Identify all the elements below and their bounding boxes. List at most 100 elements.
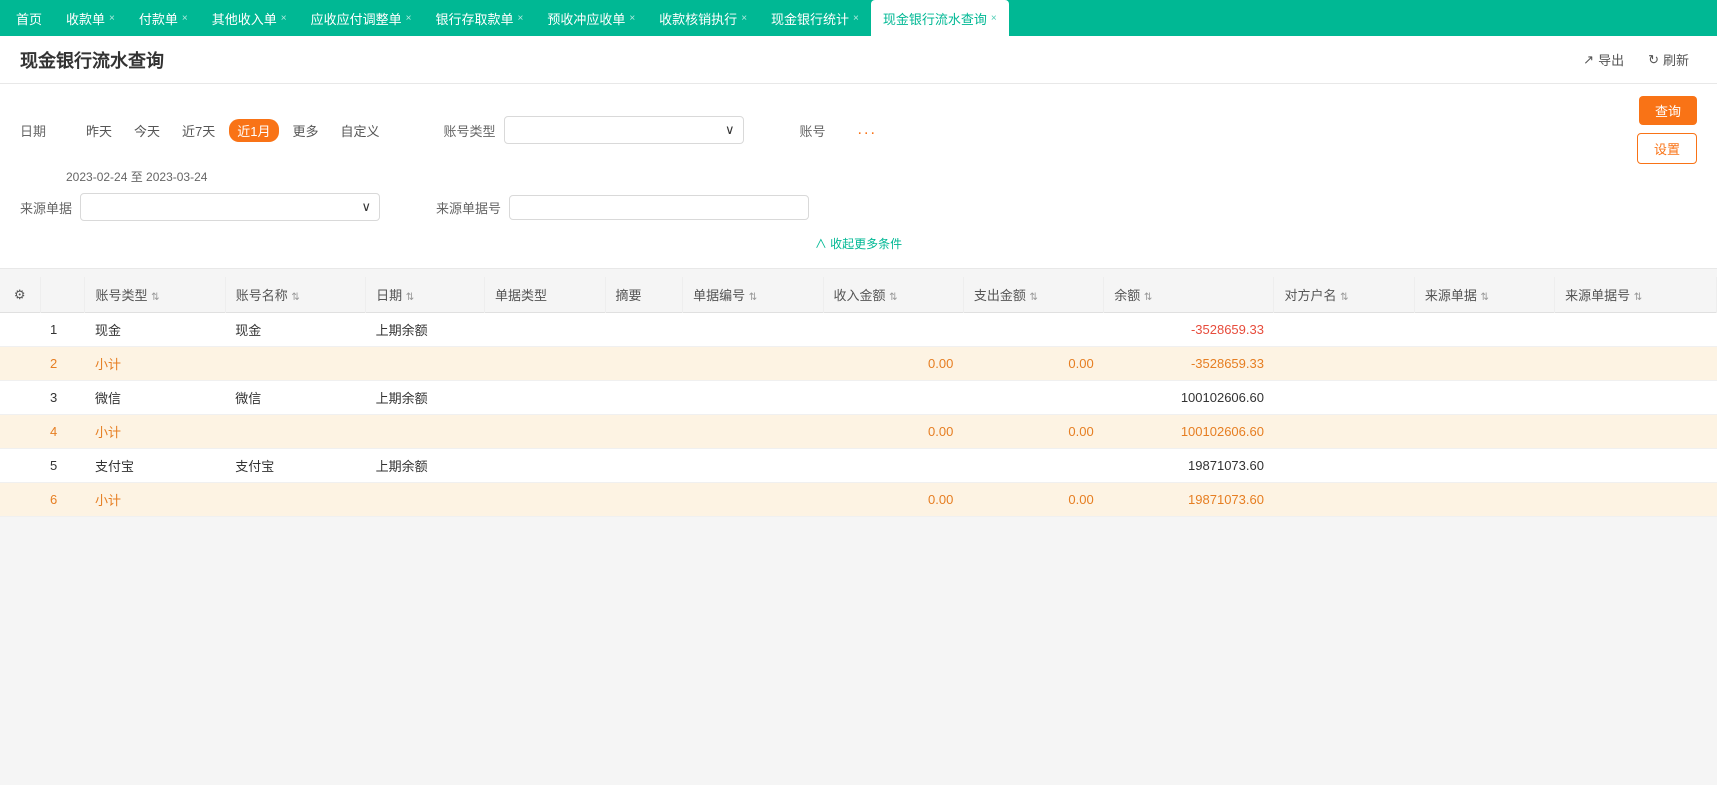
cell-doc_no (683, 449, 823, 483)
cell-index: 2 (40, 347, 85, 381)
header-actions: ↗ 导出 ↻ 刷新 (1575, 46, 1697, 73)
filter-row-2: 来源单据 ∨ 来源单据号 (20, 193, 1697, 221)
column-doc-no[interactable]: 单据编号 ⇅ (683, 277, 823, 313)
column-account-name[interactable]: 账号名称 ⇅ (225, 277, 365, 313)
cell-source_doc_no (1555, 313, 1717, 347)
filter-row-1: 日期 昨天 今天 近7天 近1月 更多 自定义 账号类型 ∨ 账号 ... (20, 96, 1697, 164)
query-button[interactable]: 查询 (1639, 96, 1697, 125)
date-options: 昨天 今天 近7天 近1月 更多 自定义 (78, 119, 388, 142)
nav-receipt-exec-close[interactable]: × (741, 13, 747, 24)
cell-counter_name (1274, 381, 1414, 415)
export-button[interactable]: ↗ 导出 (1575, 46, 1632, 73)
nav-home[interactable]: 首页 (4, 0, 54, 36)
account-type-select[interactable]: ∨ (504, 116, 744, 144)
cell-date: 上期余额 (366, 313, 485, 347)
source-doc-select[interactable]: ∨ (80, 193, 380, 221)
nav-ar-ap-adjust-close[interactable]: × (406, 13, 412, 24)
nav-cash-bank-stats[interactable]: 现金银行统计 × (759, 0, 871, 36)
table-header-row: ⚙ 账号类型 ⇅ 账号名称 ⇅ 日期 ⇅ 单据类型 摘要 单据编号 ⇅ 收入金额… (0, 277, 1717, 313)
date-yesterday[interactable]: 昨天 (78, 119, 120, 142)
nav-bank-deposit-close[interactable]: × (517, 13, 523, 24)
cell-account_name: 微信 (225, 381, 365, 415)
cell-gear (0, 347, 40, 381)
cell-index: 3 (40, 381, 85, 415)
nav-prepay-offset-close[interactable]: × (629, 13, 635, 24)
refresh-button[interactable]: ↻ 刷新 (1640, 46, 1697, 73)
nav-other-income-close[interactable]: × (281, 13, 287, 24)
column-date[interactable]: 日期 ⇅ (366, 277, 485, 313)
column-balance[interactable]: 余额 ⇅ (1104, 277, 1274, 313)
nav-receipt-close[interactable]: × (109, 13, 115, 24)
column-income[interactable]: 收入金额 ⇅ (823, 277, 963, 313)
source-doc-no-filter-group: 来源单据号 (436, 195, 809, 220)
cell-counter_name (1274, 449, 1414, 483)
column-gear[interactable]: ⚙ (0, 277, 40, 313)
cell-income (823, 313, 963, 347)
cell-source_doc (1414, 347, 1554, 381)
cell-summary (605, 483, 683, 517)
cell-income: 0.00 (823, 483, 963, 517)
cell-income: 0.00 (823, 347, 963, 381)
cell-expense: 0.00 (963, 415, 1103, 449)
column-account-type[interactable]: 账号类型 ⇅ (85, 277, 225, 313)
cell-gear (0, 483, 40, 517)
collapse-bar[interactable]: ∧ 收起更多条件 (20, 231, 1697, 256)
column-counter-name[interactable]: 对方户名 ⇅ (1274, 277, 1414, 313)
date-custom[interactable]: 自定义 (333, 119, 388, 142)
date-1month[interactable]: 近1月 (229, 119, 278, 142)
account-filter-group: 账号 ... (800, 121, 877, 140)
account-label: 账号 (800, 121, 850, 140)
cell-income: 0.00 (823, 415, 963, 449)
data-table: ⚙ 账号类型 ⇅ 账号名称 ⇅ 日期 ⇅ 单据类型 摘要 单据编号 ⇅ 收入金额… (0, 277, 1717, 517)
column-expense[interactable]: 支出金额 ⇅ (963, 277, 1103, 313)
date-today[interactable]: 今天 (126, 119, 168, 142)
table-row: 2小计0.000.00-3528659.33 (0, 347, 1717, 381)
nav-cash-bank-flow-close[interactable]: × (991, 13, 997, 24)
nav-payment-close[interactable]: × (182, 13, 188, 24)
cell-doc_type (485, 449, 606, 483)
nav-ar-ap-adjust[interactable]: 应收应付调整单 × (299, 0, 424, 36)
nav-cash-bank-flow[interactable]: 现金银行流水查询 × (871, 0, 1009, 36)
cell-date: 上期余额 (366, 381, 485, 415)
source-doc-filter-group: 来源单据 ∨ (20, 193, 380, 221)
nav-payment[interactable]: 付款单 × (127, 0, 200, 36)
cell-index: 4 (40, 415, 85, 449)
cell-source_doc (1414, 381, 1554, 415)
nav-bank-deposit[interactable]: 银行存取款单 × (423, 0, 535, 36)
date-7days[interactable]: 近7天 (174, 119, 223, 142)
cell-account_name: 支付宝 (225, 449, 365, 483)
nav-prepay-offset[interactable]: 预收冲应收单 × (535, 0, 647, 36)
cell-doc_type (485, 347, 606, 381)
column-source-doc[interactable]: 来源单据 ⇅ (1414, 277, 1554, 313)
cell-source_doc (1414, 313, 1554, 347)
cell-account_name (225, 483, 365, 517)
cell-source_doc_no (1555, 381, 1717, 415)
cell-doc_no (683, 381, 823, 415)
cell-expense (963, 449, 1103, 483)
cell-counter_name (1274, 347, 1414, 381)
cell-index: 5 (40, 449, 85, 483)
nav-other-income[interactable]: 其他收入单 × (200, 0, 299, 36)
cell-balance: 100102606.60 (1104, 415, 1274, 449)
settings-button[interactable]: 设置 (1637, 133, 1697, 164)
source-doc-chevron: ∨ (362, 199, 372, 215)
nav-cash-bank-stats-close[interactable]: × (853, 13, 859, 24)
cell-counter_name (1274, 313, 1414, 347)
source-doc-no-input[interactable] (509, 195, 809, 220)
column-source-doc-no[interactable]: 来源单据号 ⇅ (1555, 277, 1717, 313)
nav-receipt[interactable]: 收款单 × (54, 0, 127, 36)
cell-source_doc_no (1555, 347, 1717, 381)
account-ellipsis[interactable]: ... (858, 121, 877, 139)
cell-date (366, 347, 485, 381)
table-row: 1现金现金上期余额-3528659.33 (0, 313, 1717, 347)
cell-date (366, 415, 485, 449)
cell-balance: 100102606.60 (1104, 381, 1274, 415)
cell-account_type: 小计 (85, 415, 225, 449)
cell-account_type: 小计 (85, 347, 225, 381)
nav-receipt-exec[interactable]: 收款核销执行 × (647, 0, 759, 36)
cell-summary (605, 415, 683, 449)
cell-expense: 0.00 (963, 483, 1103, 517)
date-more[interactable]: 更多 (285, 119, 327, 142)
cell-doc_no (683, 347, 823, 381)
cell-doc_no (683, 415, 823, 449)
